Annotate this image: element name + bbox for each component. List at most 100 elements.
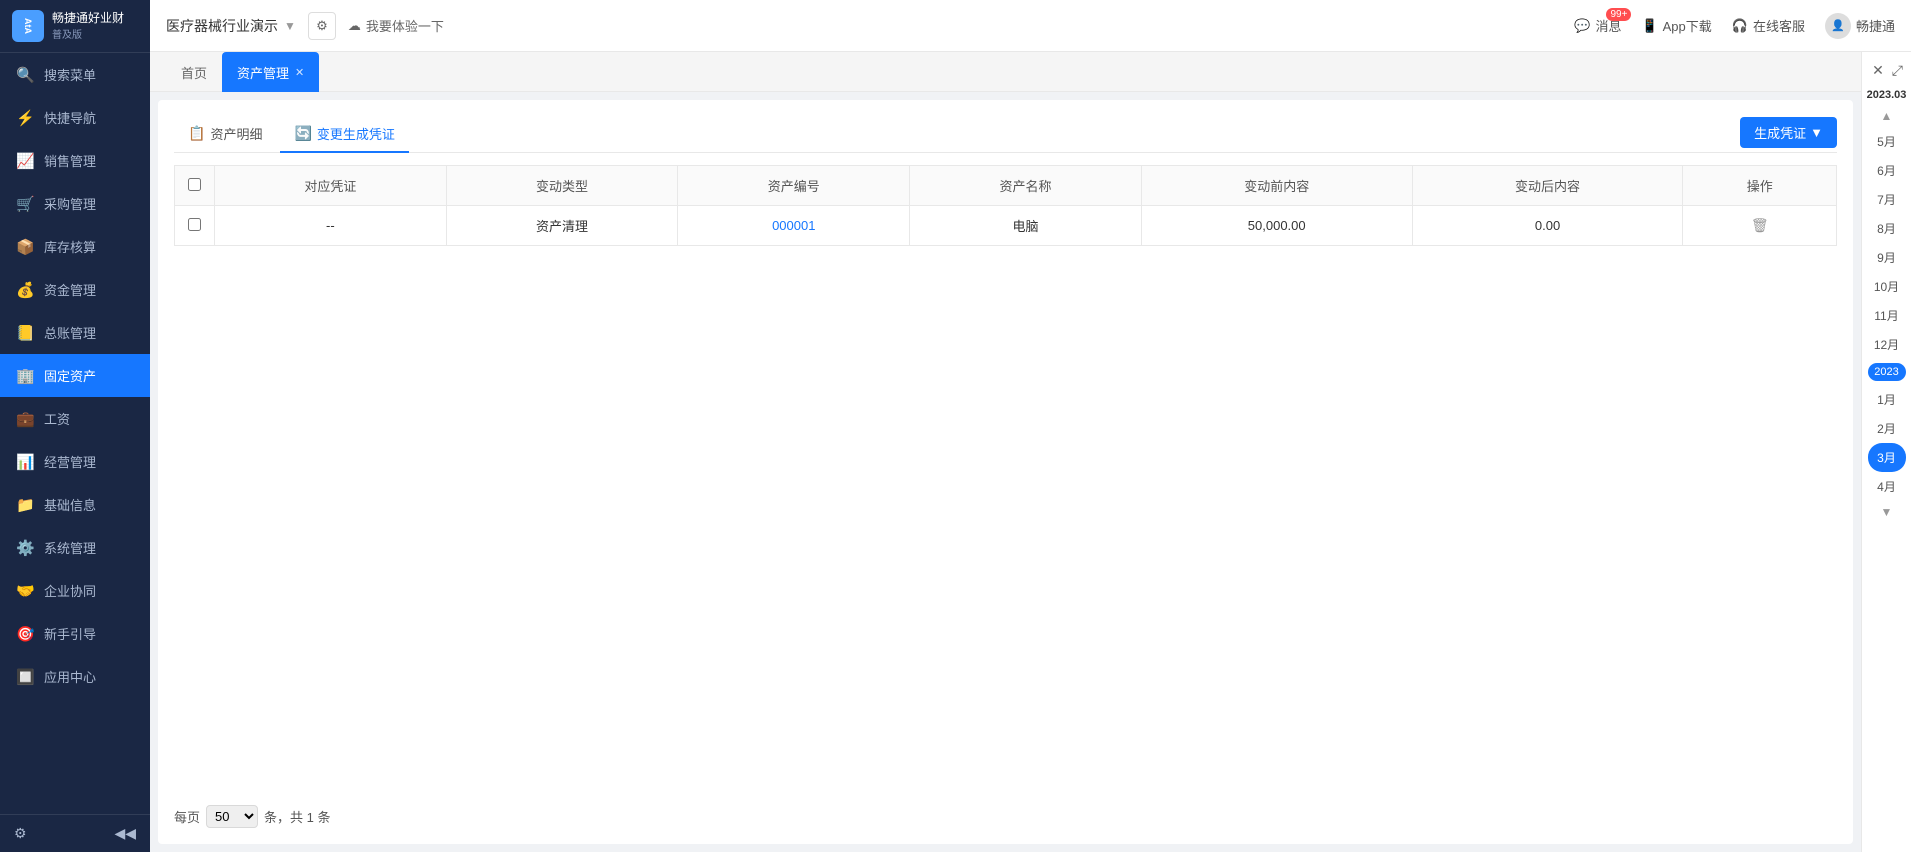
table-container: 对应凭证 变动类型 资产编号 资产名称 变动前内容 变动后内容 操作 [174,165,1837,793]
delete-button[interactable]: 🗑 [1751,217,1769,233]
sidebar-logo: AtA 畅捷通好业财 普及版 [0,0,150,53]
sidebar-item-label: 总账管理 [44,323,96,342]
topbar-right: 💬 消息 99+ 📱 App下载 🎧 在线客服 👤 畅捷通 [1574,13,1895,39]
app-center-icon: 🔲 [16,668,34,686]
sidebar-item-search[interactable]: 🔍 搜索菜单 [0,53,150,96]
tab-close-icon[interactable]: ✕ [295,66,304,79]
sidebar: AtA 畅捷通好业财 普及版 🔍 搜索菜单 ⚡ 快捷导航 📈 销售管理 🛒 采购… [0,0,150,852]
sub-tabs: 📋 资产明细 🔄 变更生成凭证 生成凭证 ▼ [174,116,1837,153]
row-after: 0.00 [1412,206,1683,246]
per-page-select[interactable]: 10 20 50 100 [206,805,258,828]
col-asset-name: 资产名称 [910,166,1142,206]
row-asset-name: 电脑 [910,206,1142,246]
month-10[interactable]: 10月 [1868,272,1906,301]
col-change-type: 变动类型 [446,166,678,206]
sidebar-item-label: 工资 [44,409,70,428]
search-icon: 🔍 [16,66,34,84]
sidebar-item-sales[interactable]: 📈 销售管理 [0,139,150,182]
collapse-icon[interactable]: ◀◀ [114,825,136,842]
sidebar-item-finance[interactable]: 💰 资金管理 [0,268,150,311]
row-checkbox[interactable] [188,218,201,231]
month-4[interactable]: 4月 [1868,472,1906,501]
months-scroll-up[interactable]: ▲ [1877,105,1897,127]
message-icon: 💬 [1574,18,1590,34]
content-area: 首页 资产管理 ✕ 📋 资产明细 🔄 变更生成凭证 [150,52,1911,852]
month-2[interactable]: 2月 [1868,414,1906,443]
app-download-button[interactable]: 📱 App下载 [1641,16,1711,35]
month-12[interactable]: 12月 [1868,330,1906,359]
sidebar-item-ledger[interactable]: 📒 总账管理 [0,311,150,354]
year-badge: 2023 [1868,363,1906,381]
topbar-company: 医疗器械行业演示 ▼ [166,16,296,36]
month-5[interactable]: 5月 [1868,127,1906,156]
inner-content: 📋 资产明细 🔄 变更生成凭证 生成凭证 ▼ [158,100,1853,844]
page-content: 首页 资产管理 ✕ 📋 资产明细 🔄 变更生成凭证 [150,52,1861,852]
chevron-down-icon: ▼ [284,19,296,33]
col-asset-no: 资产编号 [678,166,910,206]
sales-icon: 📈 [16,152,34,170]
asset-detail-icon: 📋 [188,125,205,142]
select-all-checkbox[interactable] [188,178,201,191]
sidebar-item-payroll[interactable]: 💼 工资 [0,397,150,440]
sidebar-item-basic-info[interactable]: 📁 基础信息 [0,483,150,526]
pagination: 每页 10 20 50 100 条，共 1 条 [174,793,1837,828]
sidebar-item-label: 库存核算 [44,237,96,256]
sidebar-item-label: 固定资产 [44,366,96,385]
sidebar-item-quick-nav[interactable]: ⚡ 快捷导航 [0,96,150,139]
app-download-icon: 📱 [1641,18,1657,34]
sidebar-item-sys-mgmt[interactable]: ⚙️ 系统管理 [0,526,150,569]
sub-tab-change-voucher[interactable]: 🔄 变更生成凭证 [280,116,408,153]
month-7[interactable]: 7月 [1868,185,1906,214]
sidebar-nav: 🔍 搜索菜单 ⚡ 快捷导航 📈 销售管理 🛒 采购管理 📦 库存核算 💰 资金管… [0,53,150,814]
col-after: 变动后内容 [1412,166,1683,206]
change-voucher-icon: 🔄 [294,125,311,142]
month-8[interactable]: 8月 [1868,214,1906,243]
message-button[interactable]: 💬 消息 99+ [1574,16,1621,35]
sidebar-item-operations[interactable]: 📊 经营管理 [0,440,150,483]
experience-button[interactable]: ☁ 我要体验一下 [348,16,444,35]
month-1[interactable]: 1月 [1868,385,1906,414]
month-9[interactable]: 9月 [1868,243,1906,272]
user-profile[interactable]: 👤 畅捷通 [1825,13,1895,39]
online-service-icon: 🎧 [1732,18,1748,34]
tab-asset-mgmt[interactable]: 资产管理 ✕ [222,52,319,92]
guide-icon: 🎯 [16,625,34,643]
operations-icon: 📊 [16,453,34,471]
generate-voucher-button[interactable]: 生成凭证 ▼ [1740,117,1837,148]
sidebar-item-label: 新手引导 [44,624,96,643]
online-service-button[interactable]: 🎧 在线客服 [1732,16,1805,35]
select-all-header[interactable] [175,166,215,206]
payroll-icon: 💼 [16,410,34,428]
panel-year-label: 2023.03 [1862,85,1911,105]
month-11[interactable]: 11月 [1868,301,1906,330]
sub-tab-asset-detail[interactable]: 📋 资产明细 [174,116,276,153]
sidebar-item-purchase[interactable]: 🛒 采购管理 [0,182,150,225]
sidebar-item-guide[interactable]: 🎯 新手引导 [0,612,150,655]
logo-icon: AtA [12,10,44,42]
panel-expand-button[interactable]: ⤢ [1890,60,1905,81]
sidebar-item-inventory[interactable]: 📦 库存核算 [0,225,150,268]
row-before: 50,000.00 [1141,206,1412,246]
avatar: 👤 [1825,13,1851,39]
right-panel: ✕ ⤢ 2023.03 ▲ 5月 6月 7月 8月 9月 10月 11月 12月… [1861,52,1911,852]
experience-icon: ☁ [348,18,361,34]
sidebar-item-label: 快捷导航 [44,108,96,127]
sidebar-item-fixed-assets[interactable]: 🏢 固定资产 [0,354,150,397]
panel-close-button[interactable]: ✕ [1870,60,1886,81]
settings-icon[interactable]: ⚙ [14,825,27,842]
months-scroll-down[interactable]: ▼ [1877,501,1897,523]
sidebar-bottom: ⚙ ◀◀ [0,814,150,852]
finance-icon: 💰 [16,281,34,299]
row-change-type: 资产清理 [446,206,678,246]
row-voucher: -- [215,206,447,246]
sidebar-item-app-center[interactable]: 🔲 应用中心 [0,655,150,698]
month-6[interactable]: 6月 [1868,156,1906,185]
fixed-assets-icon: 🏢 [16,367,34,385]
enterprise-icon: 🤝 [16,582,34,600]
topbar-gear-button[interactable]: ⚙ [308,12,336,40]
sidebar-item-enterprise[interactable]: 🤝 企业协同 [0,569,150,612]
purchase-icon: 🛒 [16,195,34,213]
col-before: 变动前内容 [1141,166,1412,206]
month-3[interactable]: 3月 [1868,443,1906,472]
tab-home[interactable]: 首页 [166,52,222,92]
